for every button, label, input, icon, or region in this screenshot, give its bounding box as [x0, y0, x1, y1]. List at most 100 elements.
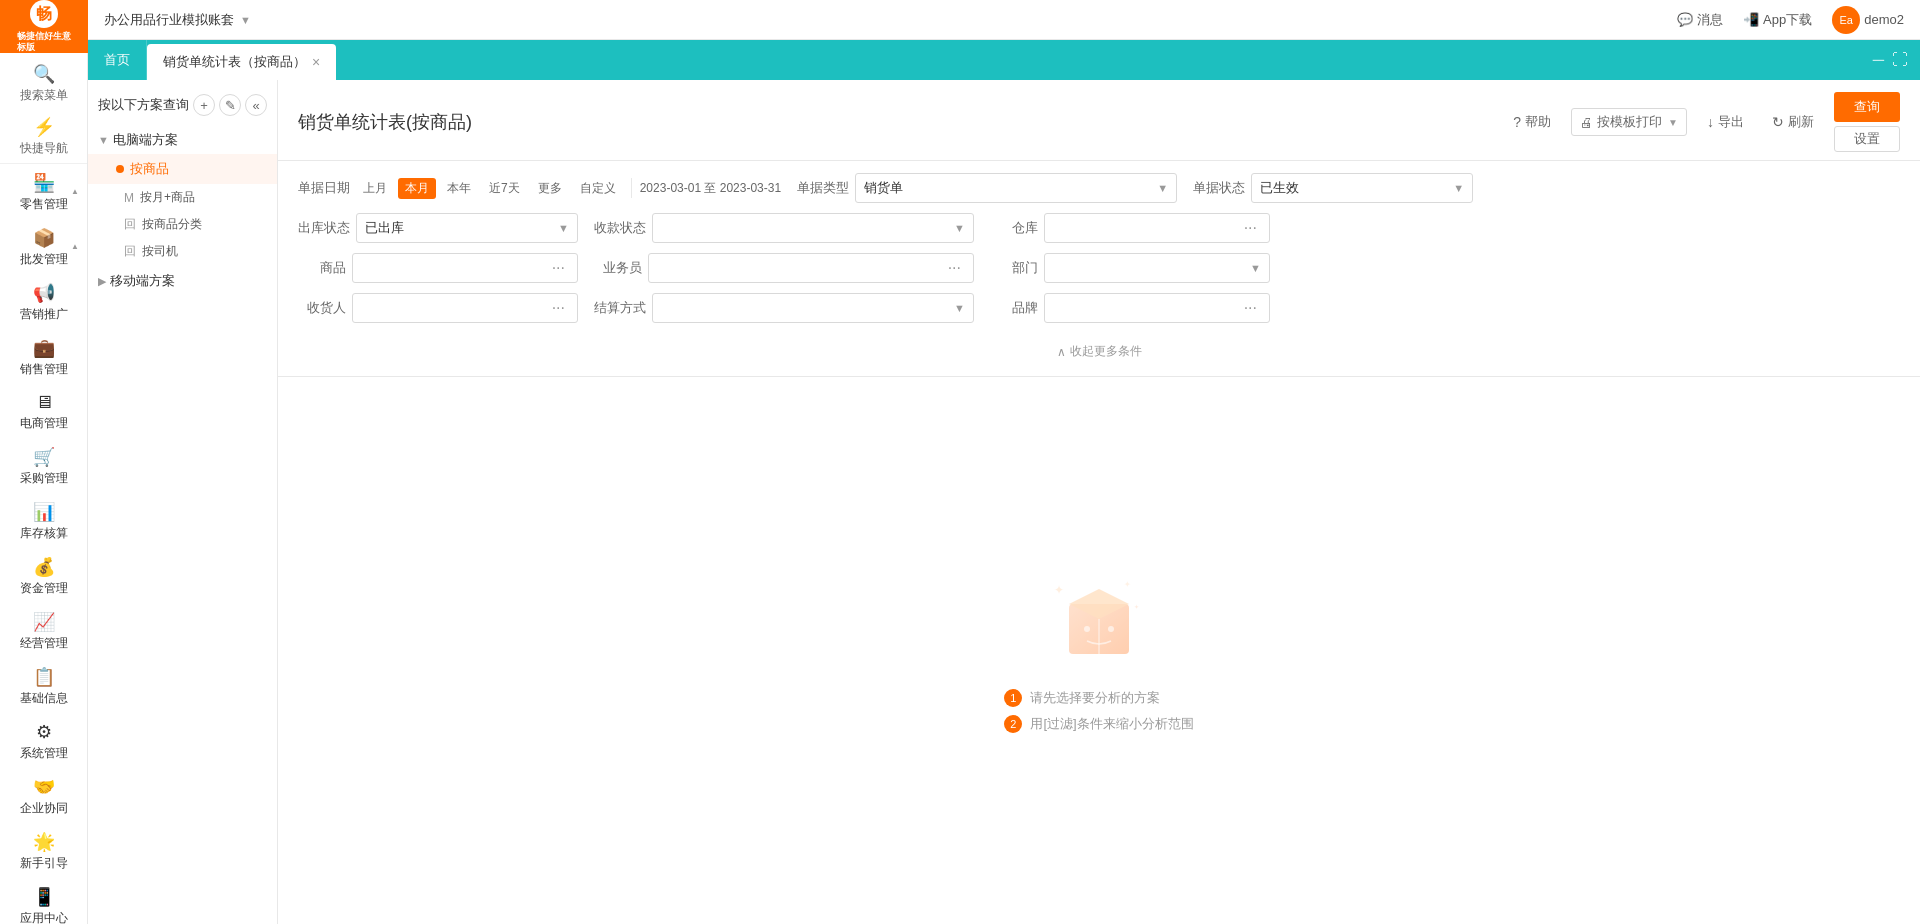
salesman-input[interactable] — [657, 261, 944, 276]
settings-btn[interactable]: 设置 — [1834, 126, 1900, 152]
sidebar-item-retail[interactable]: 🏪 零售管理 ▲ — [0, 164, 87, 219]
scheme-by-product[interactable]: 按商品 — [88, 154, 277, 184]
filter-payment: 结算方式 ▼ — [594, 293, 974, 323]
filter-receiptstatus-control[interactable]: ▼ — [652, 213, 974, 243]
sidebar-item-finance[interactable]: 💰 资金管理 — [0, 548, 87, 603]
date-btn-thisyear[interactable]: 本年 — [440, 178, 478, 199]
brand-more-icon[interactable]: ··· — [1240, 299, 1261, 317]
department-chevron-icon: ▼ — [1250, 262, 1261, 274]
mobile-scheme-group-header[interactable]: ▶ 移动端方案 — [88, 267, 277, 295]
salesman-more-icon[interactable]: ··· — [944, 259, 965, 277]
clerk-icon: 回 — [124, 243, 136, 260]
sidebar-item-enterprise[interactable]: 🤝 企业协同 — [0, 768, 87, 823]
filter-row-3: 商品 ··· 业务员 ··· 部门 — [298, 253, 1900, 283]
filter-row-4: 收货人 ··· 结算方式 ▼ 品牌 — [298, 293, 1900, 323]
date-btn-lastmonth[interactable]: 上月 — [356, 178, 394, 199]
department-input[interactable] — [1053, 261, 1250, 276]
scheme-by-clerk[interactable]: 回 按司机 — [88, 238, 277, 265]
minimize-icon[interactable]: ─ — [1873, 51, 1884, 69]
edit-scheme-btn[interactable]: ✎ — [219, 94, 241, 116]
filter-consignee-control[interactable]: ··· — [352, 293, 578, 323]
filter-row-2: 出库状态 已出库 ▼ 收款状态 ▼ 仓库 — [298, 213, 1900, 243]
sidebar-item-inventory[interactable]: 📊 库存核算 — [0, 493, 87, 548]
empty-steps: 1 请先选择要分析的方案 2 用[过滤]条件来缩小分析范围 — [1004, 689, 1193, 733]
appcenter-icon: 📱 — [33, 886, 55, 908]
warehouse-input[interactable] — [1053, 221, 1240, 236]
edit-icon: ✎ — [225, 98, 236, 113]
filter-payment-control[interactable]: ▼ — [652, 293, 974, 323]
help-icon: ? — [1513, 114, 1521, 130]
retail-icon: 🏪 — [33, 172, 55, 194]
consignee-more-icon[interactable]: ··· — [548, 299, 569, 317]
filter-brand-control[interactable]: ··· — [1044, 293, 1270, 323]
tab-close-icon[interactable]: × — [312, 54, 320, 70]
wholesale-arrow-icon: ▲ — [71, 242, 79, 251]
sidebar-item-marketing[interactable]: 📢 营销推广 — [0, 274, 87, 329]
collapse-panel-btn[interactable]: « — [245, 94, 267, 116]
collapse-btn[interactable]: ∧ 收起更多条件 — [1045, 339, 1154, 364]
sidebar-item-ecommerce[interactable]: 🖥 电商管理 — [0, 384, 87, 438]
sidebar-item-basic[interactable]: 📋 基础信息 — [0, 658, 87, 713]
outstatus-chevron-icon: ▼ — [558, 222, 569, 234]
scheme-by-category[interactable]: 回 按商品分类 — [88, 211, 277, 238]
scheme-by-month-product[interactable]: M 按月+商品 — [88, 184, 277, 211]
sidebar-item-newbie[interactable]: 🌟 新手引导 — [0, 823, 87, 878]
month-product-icon: M — [124, 191, 134, 205]
filter-salesman-control[interactable]: ··· — [648, 253, 974, 283]
brand-input[interactable] — [1053, 301, 1240, 316]
filter-warehouse: 仓库 ··· — [990, 213, 1270, 243]
sidebar-item-wholesale[interactable]: 📦 批发管理 ▲ — [0, 219, 87, 274]
sidebar-item-purchase[interactable]: 🛒 采购管理 — [0, 438, 87, 493]
pc-group-header[interactable]: ▼ 电脑端方案 — [88, 126, 277, 154]
quick-nav[interactable]: ⚡ 快捷导航 — [0, 110, 87, 164]
consignee-input[interactable] — [361, 301, 548, 316]
pc-scheme-group: ▼ 电脑端方案 按商品 M 按月+商品 回 按商品分类 回 按司机 — [88, 124, 277, 267]
filter-product: 商品 ··· — [298, 253, 578, 283]
sidebar-item-sales[interactable]: 💼 销售管理 — [0, 329, 87, 384]
date-btn-more[interactable]: 更多 — [531, 178, 569, 199]
payment-chevron-icon: ▼ — [954, 302, 965, 314]
filter-outstatus-control[interactable]: 已出库 ▼ — [356, 213, 578, 243]
tab-active[interactable]: 销货单统计表（按商品） × — [147, 44, 336, 80]
query-btn[interactable]: 查询 — [1834, 92, 1900, 122]
search-menu[interactable]: 🔍 搜索菜单 — [0, 53, 87, 110]
maximize-icon[interactable]: ⛶ — [1892, 51, 1908, 69]
warehouse-more-icon[interactable]: ··· — [1240, 219, 1261, 237]
user-profile[interactable]: Ea demo2 — [1832, 6, 1904, 34]
add-scheme-btn[interactable]: + — [193, 94, 215, 116]
date-btn-7days[interactable]: 近7天 — [482, 178, 527, 199]
filter-outstatus: 出库状态 已出库 ▼ — [298, 213, 578, 243]
sidebar-item-operation[interactable]: 📈 经营管理 — [0, 603, 87, 658]
filter-warehouse-control[interactable]: ··· — [1044, 213, 1270, 243]
topbar-right: 💬 消息 📲 App下载 Ea demo2 — [1677, 6, 1904, 34]
payment-input[interactable] — [661, 301, 954, 316]
app-download-btn[interactable]: 📲 App下载 — [1743, 11, 1812, 29]
category-icon: 回 — [124, 216, 136, 233]
filter-brand: 品牌 ··· — [990, 293, 1270, 323]
filter-product-control[interactable]: ··· — [352, 253, 578, 283]
refresh-btn[interactable]: ↻ 刷新 — [1764, 109, 1822, 135]
message-btn[interactable]: 💬 消息 — [1677, 11, 1723, 29]
filter-doctype-control[interactable]: 销货单 ▼ — [855, 173, 1177, 203]
export-btn[interactable]: ↓ 导出 — [1699, 109, 1752, 135]
empty-state: ✦ ✦ ✦ 1 请先选择要分析的方案 2 用[过滤]条件来缩小分析范围 — [278, 377, 1920, 924]
receipt-status-input[interactable] — [661, 221, 954, 236]
collapse-chevron-icon: ∧ — [1057, 345, 1066, 359]
filter-department-control[interactable]: ▼ — [1044, 253, 1270, 283]
date-btn-thismonth[interactable]: 本月 — [398, 178, 436, 199]
product-more-icon[interactable]: ··· — [548, 259, 569, 277]
help-btn[interactable]: ? 帮助 — [1505, 109, 1559, 135]
product-input[interactable] — [361, 261, 548, 276]
sidebar-item-system[interactable]: ⚙ 系统管理 — [0, 713, 87, 768]
topbar-dropdown-icon[interactable]: ▼ — [240, 14, 251, 26]
date-btn-custom[interactable]: 自定义 — [573, 178, 623, 199]
page-content: 按以下方案查询 + ✎ « ▼ 电脑端方案 — [88, 80, 1920, 924]
print-btn[interactable]: 🖨 按模板打印 ▼ — [1571, 108, 1687, 136]
filter-area: 单据日期 上月 本月 本年 近7天 更多 自定义 2023-03 — [278, 161, 1920, 377]
sidebar-item-appcenter[interactable]: 📱 应用中心 — [0, 878, 87, 924]
filter-docstatus-control[interactable]: 已生效 ▼ — [1251, 173, 1473, 203]
collapse-bar: ∧ 收起更多条件 — [298, 333, 1900, 364]
left-panel-header: 按以下方案查询 + ✎ « — [88, 90, 277, 124]
topbar: 办公用品行业模拟账套 ▼ 💬 消息 📲 App下载 Ea demo2 — [88, 0, 1920, 40]
tab-home[interactable]: 首页 — [88, 40, 147, 80]
